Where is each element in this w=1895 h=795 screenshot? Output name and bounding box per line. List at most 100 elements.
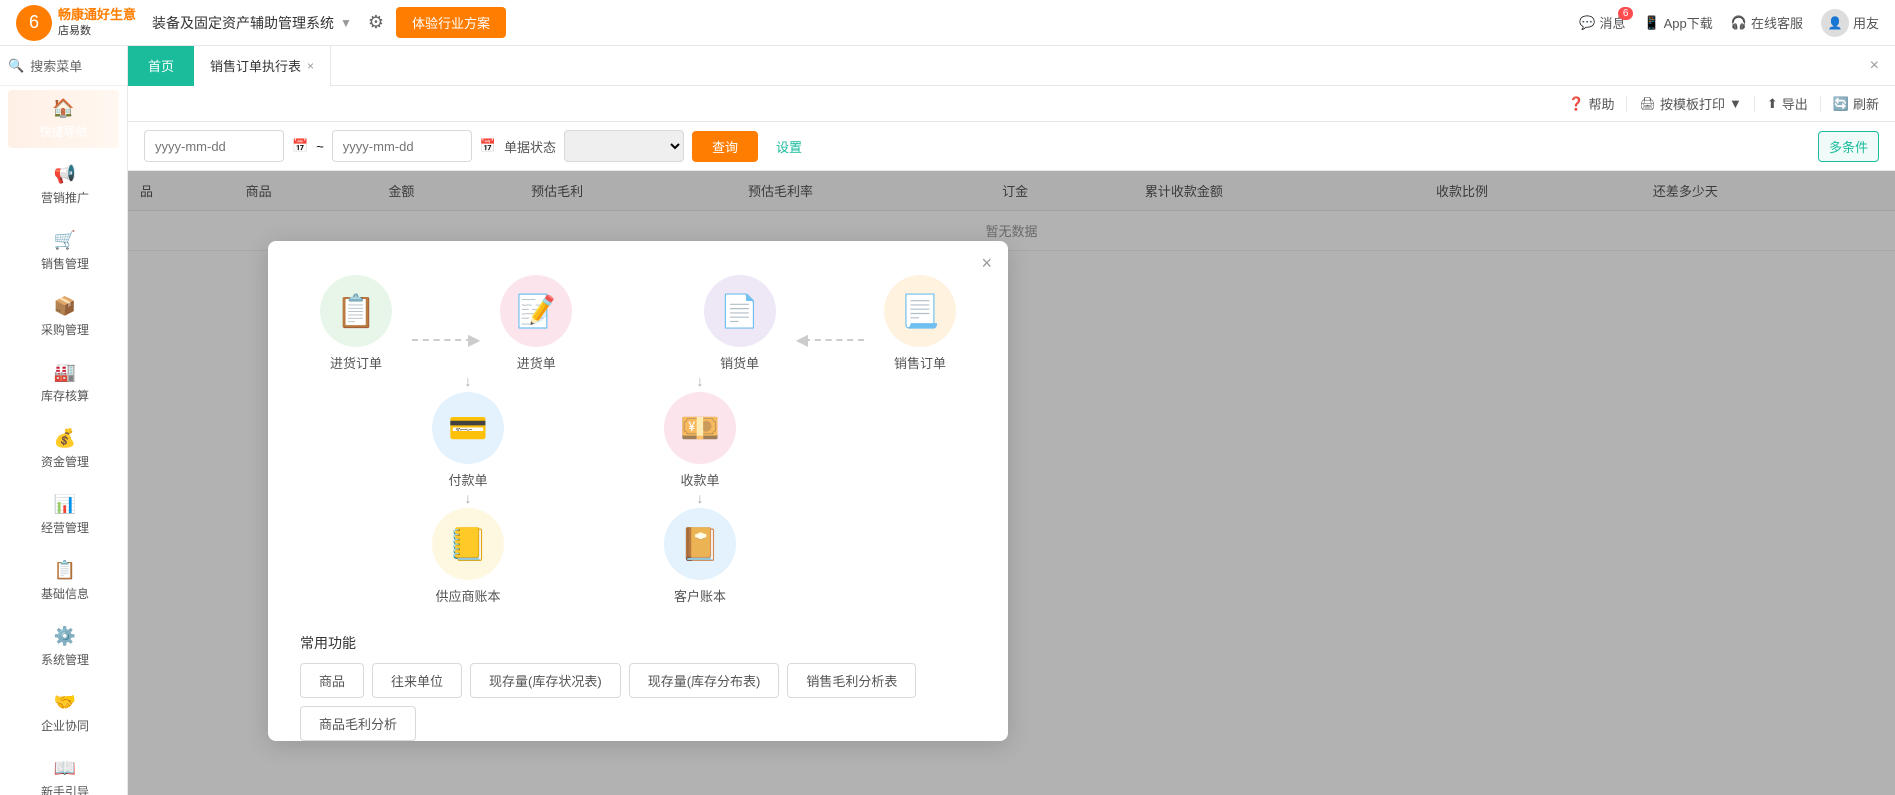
payment-down: ↓ 📒 供应商账本 — [412, 489, 524, 606]
sidebar-item-finance[interactable]: 💰 资金管理 — [0, 416, 127, 482]
sidebar-item-marketing[interactable]: 📢 营销推广 — [0, 152, 127, 218]
receipt-circle: 💴 — [664, 392, 736, 464]
customer-ledger-label: 客户账本 — [674, 586, 726, 605]
func-btn-stock-dist[interactable]: 现存量(库存分布表) — [629, 663, 780, 698]
logo-icon: 6 — [16, 5, 52, 41]
date-cal-icon2[interactable]: 📅 — [480, 138, 496, 154]
query-button[interactable]: 查询 — [692, 131, 758, 162]
tab-close-main[interactable]: × — [1854, 46, 1895, 86]
help-icon: ❓ — [1568, 96, 1584, 112]
sales-bill-icon: 📄 — [720, 292, 760, 330]
basic-label: 基础信息 — [41, 585, 89, 602]
flow-row-2: ↓ 💳 付款单 — [300, 372, 976, 489]
divider3 — [1820, 96, 1821, 112]
quick-nav-label: 快捷导航 — [39, 123, 87, 140]
sidebar-item-enterprise[interactable]: 🤝 企业协同 — [0, 680, 127, 746]
print-icon: 🖨 — [1639, 96, 1656, 112]
export-icon: ⬆ — [1767, 96, 1778, 112]
settings-btn[interactable]: 设置 — [766, 132, 812, 161]
common-title: 常用功能 — [300, 633, 976, 653]
search-menu[interactable]: 🔍 搜索菜单 — [0, 46, 127, 86]
sales-order-icon: 📃 — [900, 292, 940, 330]
sidebar-item-newbie[interactable]: 📖 新手引导 — [0, 746, 127, 795]
top-bar: 6 畅康通好生意 店易数 装备及固定资产辅助管理系统 ▼ ⚙ 体验行业方案 💬 … — [0, 0, 1895, 46]
supplier-ledger-label: 供应商账本 — [435, 586, 500, 605]
top-actions: ⚙ 体验行业方案 — [364, 7, 506, 38]
print-dropdown-icon: ▼ — [1729, 96, 1742, 111]
sales-icon: 🛒 — [54, 230, 76, 251]
tab-home[interactable]: 首页 — [128, 46, 194, 86]
print-btn[interactable]: 🖨 按模板打印 ▼ — [1639, 94, 1741, 113]
modal-close-btn[interactable]: × — [981, 253, 992, 274]
tab-sales-order[interactable]: 销售订单执行表 × — [194, 46, 331, 86]
tab-close-icon[interactable]: × — [307, 59, 314, 73]
message-badge: 6 — [1618, 7, 1634, 20]
app-icon: 📱 — [1643, 15, 1659, 31]
flow-node-customer-ledger[interactable]: 📔 客户账本 — [664, 508, 736, 605]
logo-line1: 畅康通好生意 — [58, 7, 136, 24]
service-label: 在线客服 — [1751, 13, 1803, 32]
flow-node-sales-bill[interactable]: 📄 销货单 — [704, 275, 776, 372]
logo-text: 畅康通好生意 店易数 — [58, 7, 136, 38]
purchase-bill-icon: 📝 — [516, 292, 556, 330]
flow-node-purchase-bill[interactable]: 📝 进货单 — [500, 275, 572, 372]
logo-area: 6 畅康通好生意 店易数 — [16, 5, 144, 41]
arrow-2: ◀ — [796, 330, 864, 350]
func-btn-sales-gross[interactable]: 销售毛利分析表 — [787, 663, 916, 698]
app-label: App下载 — [1664, 13, 1713, 32]
payment-icon: 💳 — [448, 409, 488, 447]
content-body: 品 商品 金额 预估毛利 预估毛利率 订金 累计收款金额 收款比例 还差多少天 — [128, 171, 1895, 795]
func-btn-stock-status[interactable]: 现存量(库存状况表) — [470, 663, 621, 698]
flow-node-purchase-order[interactable]: 📋 进货订单 — [320, 275, 392, 372]
system-title-dropdown[interactable]: ▼ — [340, 16, 352, 30]
sales-bill-label: 销货单 — [720, 353, 759, 372]
flow-node-payment[interactable]: 💳 付款单 — [432, 392, 504, 489]
sidebar-item-purchase[interactable]: 📦 采购管理 — [0, 284, 127, 350]
date-cal-icon[interactable]: 📅 — [292, 138, 308, 154]
supplier-ledger-circle: 📒 — [432, 508, 504, 580]
purchase-order-icon: 📋 — [336, 292, 376, 330]
flow-node-sales-order[interactable]: 📃 销售订单 — [884, 275, 956, 372]
flow-node-receipt[interactable]: 💴 收款单 — [664, 392, 736, 489]
modal-box: × 📋 进货订单 — [268, 241, 1008, 741]
search-icon: 🔍 — [8, 58, 24, 74]
basic-icon: 📋 — [54, 560, 76, 581]
sales-bill-circle: 📄 — [704, 275, 776, 347]
refresh-btn[interactable]: 🔄 刷新 — [1833, 94, 1879, 113]
enterprise-icon: 🤝 — [54, 692, 76, 713]
system-icon: ⚙️ — [54, 626, 76, 647]
more-conditions-btn[interactable]: 多条件 — [1818, 131, 1879, 162]
date-start-input[interactable] — [144, 130, 284, 162]
message-btn[interactable]: 💬 消息 6 — [1579, 13, 1625, 32]
func-btn-goods[interactable]: 商品 — [300, 663, 364, 698]
divider2 — [1754, 96, 1755, 112]
service-btn[interactable]: 🎧 在线客服 — [1731, 13, 1803, 32]
user-area[interactable]: 👤 用友 — [1821, 9, 1879, 37]
arrow-1: ▶ — [412, 330, 480, 350]
func-btn-goods-gross[interactable]: 商品毛利分析 — [300, 706, 416, 741]
refresh-icon: 🔄 — [1833, 96, 1849, 112]
newbie-label: 新手引导 — [41, 783, 89, 795]
sidebar-item-quick-nav[interactable]: 🏠 快捷导航 — [8, 90, 119, 148]
func-btn-partner[interactable]: 往来单位 — [372, 663, 462, 698]
date-end-input[interactable] — [332, 130, 472, 162]
flow-node-supplier-ledger[interactable]: 📒 供应商账本 — [432, 508, 504, 605]
filter-bar: 📅 ~ 📅 单据状态 查询 设置 多条件 — [128, 122, 1895, 171]
sidebar-item-system[interactable]: ⚙️ 系统管理 — [0, 614, 127, 680]
try-button[interactable]: 体验行业方案 — [396, 7, 506, 38]
sidebar: 🔍 搜索菜单 🏠 快捷导航 📢 营销推广 🛒 销售管理 📦 采购管理 🏭 — [0, 46, 128, 795]
settings-icon[interactable]: ⚙ — [364, 8, 388, 37]
search-label: 搜索菜单 — [30, 56, 82, 75]
help-btn[interactable]: ❓ 帮助 — [1568, 94, 1614, 113]
status-select[interactable] — [564, 130, 684, 162]
func-buttons: 商品 往来单位 现存量(库存状况表) 现存量(库存分布表) 销售毛利分析表 商品… — [300, 663, 976, 741]
sidebar-item-inventory[interactable]: 🏭 库存核算 — [0, 350, 127, 416]
export-btn[interactable]: ⬆ 导出 — [1767, 94, 1808, 113]
payment-label: 付款单 — [448, 470, 487, 489]
app-download-btn[interactable]: 📱 App下载 — [1643, 13, 1712, 32]
sidebar-item-operations[interactable]: 📊 经营管理 — [0, 482, 127, 548]
sidebar-item-basic[interactable]: 📋 基础信息 — [0, 548, 127, 614]
sidebar-item-sales[interactable]: 🛒 销售管理 — [0, 218, 127, 284]
purchase-order-circle: 📋 — [320, 275, 392, 347]
main-area: 🔍 搜索菜单 🏠 快捷导航 📢 营销推广 🛒 销售管理 📦 采购管理 🏭 — [0, 46, 1895, 795]
